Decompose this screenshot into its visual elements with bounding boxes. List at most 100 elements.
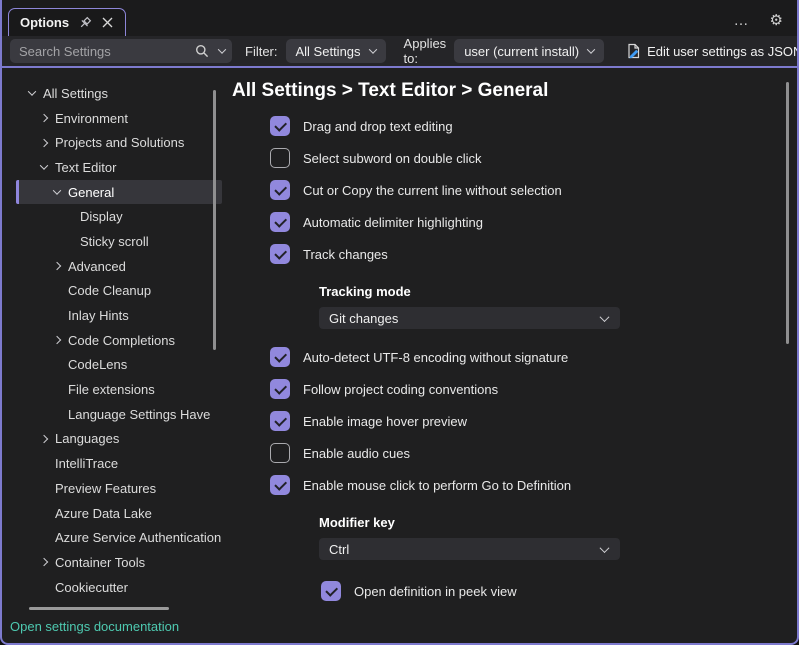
edit-json-label: Edit user settings as JSON xyxy=(647,43,799,59)
setting-label: Select subword on double click xyxy=(303,150,482,166)
sidebar-item-languages[interactable]: Languages xyxy=(16,427,222,452)
sidebar-item-general[interactable]: General xyxy=(16,179,222,205)
checked-checkbox[interactable] xyxy=(270,347,290,367)
checked-checkbox[interactable] xyxy=(270,379,290,399)
search-box[interactable] xyxy=(10,39,232,63)
dropdown-modifier-key[interactable]: Ctrl xyxy=(319,538,620,560)
edit-json-button[interactable]: Edit user settings as JSON xyxy=(622,43,799,59)
sidebar-item-label: File extensions xyxy=(68,382,155,398)
sidebar-item-azure-data-lake[interactable]: Azure Data Lake xyxy=(16,501,222,526)
sidebar-item-advanced[interactable]: Advanced xyxy=(16,254,222,279)
tree-chevron-box xyxy=(27,87,43,97)
breadcrumb: All Settings > Text Editor > General xyxy=(232,80,549,101)
tree-chevron-box xyxy=(52,335,68,345)
dropdown-tracking-mode[interactable]: Git changes xyxy=(319,307,620,329)
sidebar-item-label: Projects and Solutions xyxy=(55,135,185,151)
chevron-down-icon[interactable] xyxy=(39,161,49,171)
gear-icon[interactable]: ⚙ xyxy=(770,13,783,28)
setting-row-automatic-delimiter-highlighting: Automatic delimiter highlighting xyxy=(232,206,797,238)
applies-to-label: Applies to: xyxy=(403,36,447,66)
checked-checkbox[interactable] xyxy=(321,581,341,601)
tab-options[interactable]: Options xyxy=(8,8,127,36)
sidebar-item-label: Languages xyxy=(55,431,120,447)
sidebar-item-code-cleanup[interactable]: Code Cleanup xyxy=(16,279,222,304)
unchecked-checkbox[interactable] xyxy=(270,443,290,463)
titlebar: Options … ⚙ xyxy=(2,0,797,36)
chevron-down-icon xyxy=(599,311,610,322)
applies-to-dropdown[interactable]: user (current install) xyxy=(454,39,605,63)
filter-dropdown[interactable]: All Settings xyxy=(285,39,386,63)
tree-chevron-box xyxy=(39,558,55,567)
tree-chevron-box xyxy=(39,138,55,147)
chevron-right-icon[interactable] xyxy=(39,113,49,123)
chevron-right-icon[interactable] xyxy=(52,261,62,271)
checked-checkbox[interactable] xyxy=(270,244,290,264)
chevron-down-icon xyxy=(586,45,596,54)
setting-row-enable-image-hover-preview: Enable image hover preview xyxy=(232,405,797,437)
settings-main-panel: All Settings > Text Editor > General Dra… xyxy=(224,68,797,643)
close-icon[interactable] xyxy=(101,16,114,29)
sidebar-item-container-tools[interactable]: Container Tools xyxy=(16,550,222,575)
sidebar-item-label: General xyxy=(68,184,115,200)
chevron-right-icon[interactable] xyxy=(52,335,62,345)
checked-checkbox[interactable] xyxy=(270,180,290,200)
setting-group-label: Modifier key xyxy=(319,515,395,530)
pin-icon[interactable] xyxy=(78,16,92,30)
chevron-right-icon[interactable] xyxy=(39,434,49,444)
chevron-down-icon[interactable] xyxy=(52,186,62,195)
sidebar-item-sticky-scroll[interactable]: Sticky scroll xyxy=(16,229,222,254)
sidebar-item-preview-features[interactable]: Preview Features xyxy=(16,476,222,501)
setting-label: Open definition in peek view xyxy=(354,583,517,599)
settings-tree: All Settings Environment Projects and Solu… xyxy=(2,68,224,599)
chevron-right-icon[interactable] xyxy=(39,558,49,567)
filter-label: Filter: xyxy=(245,43,278,59)
chevron-down-icon[interactable] xyxy=(27,87,37,97)
dropdown-value: Git changes xyxy=(329,310,399,326)
sidebar-item-cookiecutter[interactable]: Cookiecutter xyxy=(16,575,222,600)
chevron-down-icon xyxy=(599,542,610,553)
overflow-menu-icon[interactable]: … xyxy=(734,13,750,28)
sidebar-item-azure-service-authentication[interactable]: Azure Service Authentication xyxy=(16,525,222,550)
options-dialog: Options … ⚙ Search Settings Filter: All … xyxy=(0,0,799,645)
checked-checkbox[interactable] xyxy=(270,475,290,495)
sidebar-item-label: Container Tools xyxy=(55,554,146,570)
sidebar-item-projects-and-solutions[interactable]: Projects and Solutions xyxy=(16,130,222,155)
open-settings-documentation-link[interactable]: Open settings documentation xyxy=(10,619,179,634)
sidebar-item-text-editor[interactable]: Text Editor xyxy=(16,155,222,180)
sidebar-horizontal-scrollbar[interactable] xyxy=(29,607,169,610)
setting-label: Cut or Copy the current line without sel… xyxy=(303,182,562,198)
sidebar-item-environment[interactable]: Environment xyxy=(16,106,222,131)
chevron-right-icon[interactable] xyxy=(39,138,49,147)
sidebar-item-intellitrace[interactable]: IntelliTrace xyxy=(16,451,222,476)
sidebar-item-codelens[interactable]: CodeLens xyxy=(16,353,222,378)
search-input[interactable] xyxy=(19,43,195,59)
settings-toolbar: Filter: All Settings Applies to: user (c… xyxy=(2,36,797,66)
sidebar-item-display[interactable]: Display xyxy=(16,204,222,229)
sidebar-item-code-completions[interactable]: Code Completions xyxy=(16,328,222,353)
tree-chevron-box xyxy=(52,261,68,271)
main-vertical-scrollbar[interactable] xyxy=(786,82,789,344)
setting-group-label: Tracking mode xyxy=(319,284,411,299)
filter-value: All Settings xyxy=(295,43,361,59)
setting-row-drag-and-drop-text-editing: Drag and drop text editing xyxy=(232,110,797,142)
sidebar-vertical-scrollbar[interactable] xyxy=(213,90,216,350)
tree-chevron-box xyxy=(39,113,55,123)
checked-checkbox[interactable] xyxy=(270,116,290,136)
tree-chevron-box xyxy=(52,186,68,195)
unchecked-checkbox[interactable] xyxy=(270,148,290,168)
sidebar-item-label: Text Editor xyxy=(55,159,117,175)
settings-list: Drag and drop text editing Select subword… xyxy=(232,110,797,607)
tree-chevron-box xyxy=(39,161,55,171)
checked-checkbox[interactable] xyxy=(270,212,290,232)
search-options-chevron-icon[interactable] xyxy=(217,45,227,54)
sidebar-item-label: IntelliTrace xyxy=(55,456,119,472)
setting-label: Enable image hover preview xyxy=(303,413,468,429)
edit-json-icon xyxy=(626,43,641,59)
sidebar-item-label: CodeLens xyxy=(68,357,128,373)
sidebar-item-file-extensions[interactable]: File extensions xyxy=(16,377,222,402)
sidebar-item-language-settings-have[interactable]: Language Settings Have xyxy=(16,402,222,427)
sidebar-item-inlay-hints[interactable]: Inlay Hints xyxy=(16,303,222,328)
sidebar-item-all-settings[interactable]: All Settings xyxy=(16,81,222,106)
checked-checkbox[interactable] xyxy=(270,411,290,431)
setting-label: Automatic delimiter highlighting xyxy=(303,214,483,230)
